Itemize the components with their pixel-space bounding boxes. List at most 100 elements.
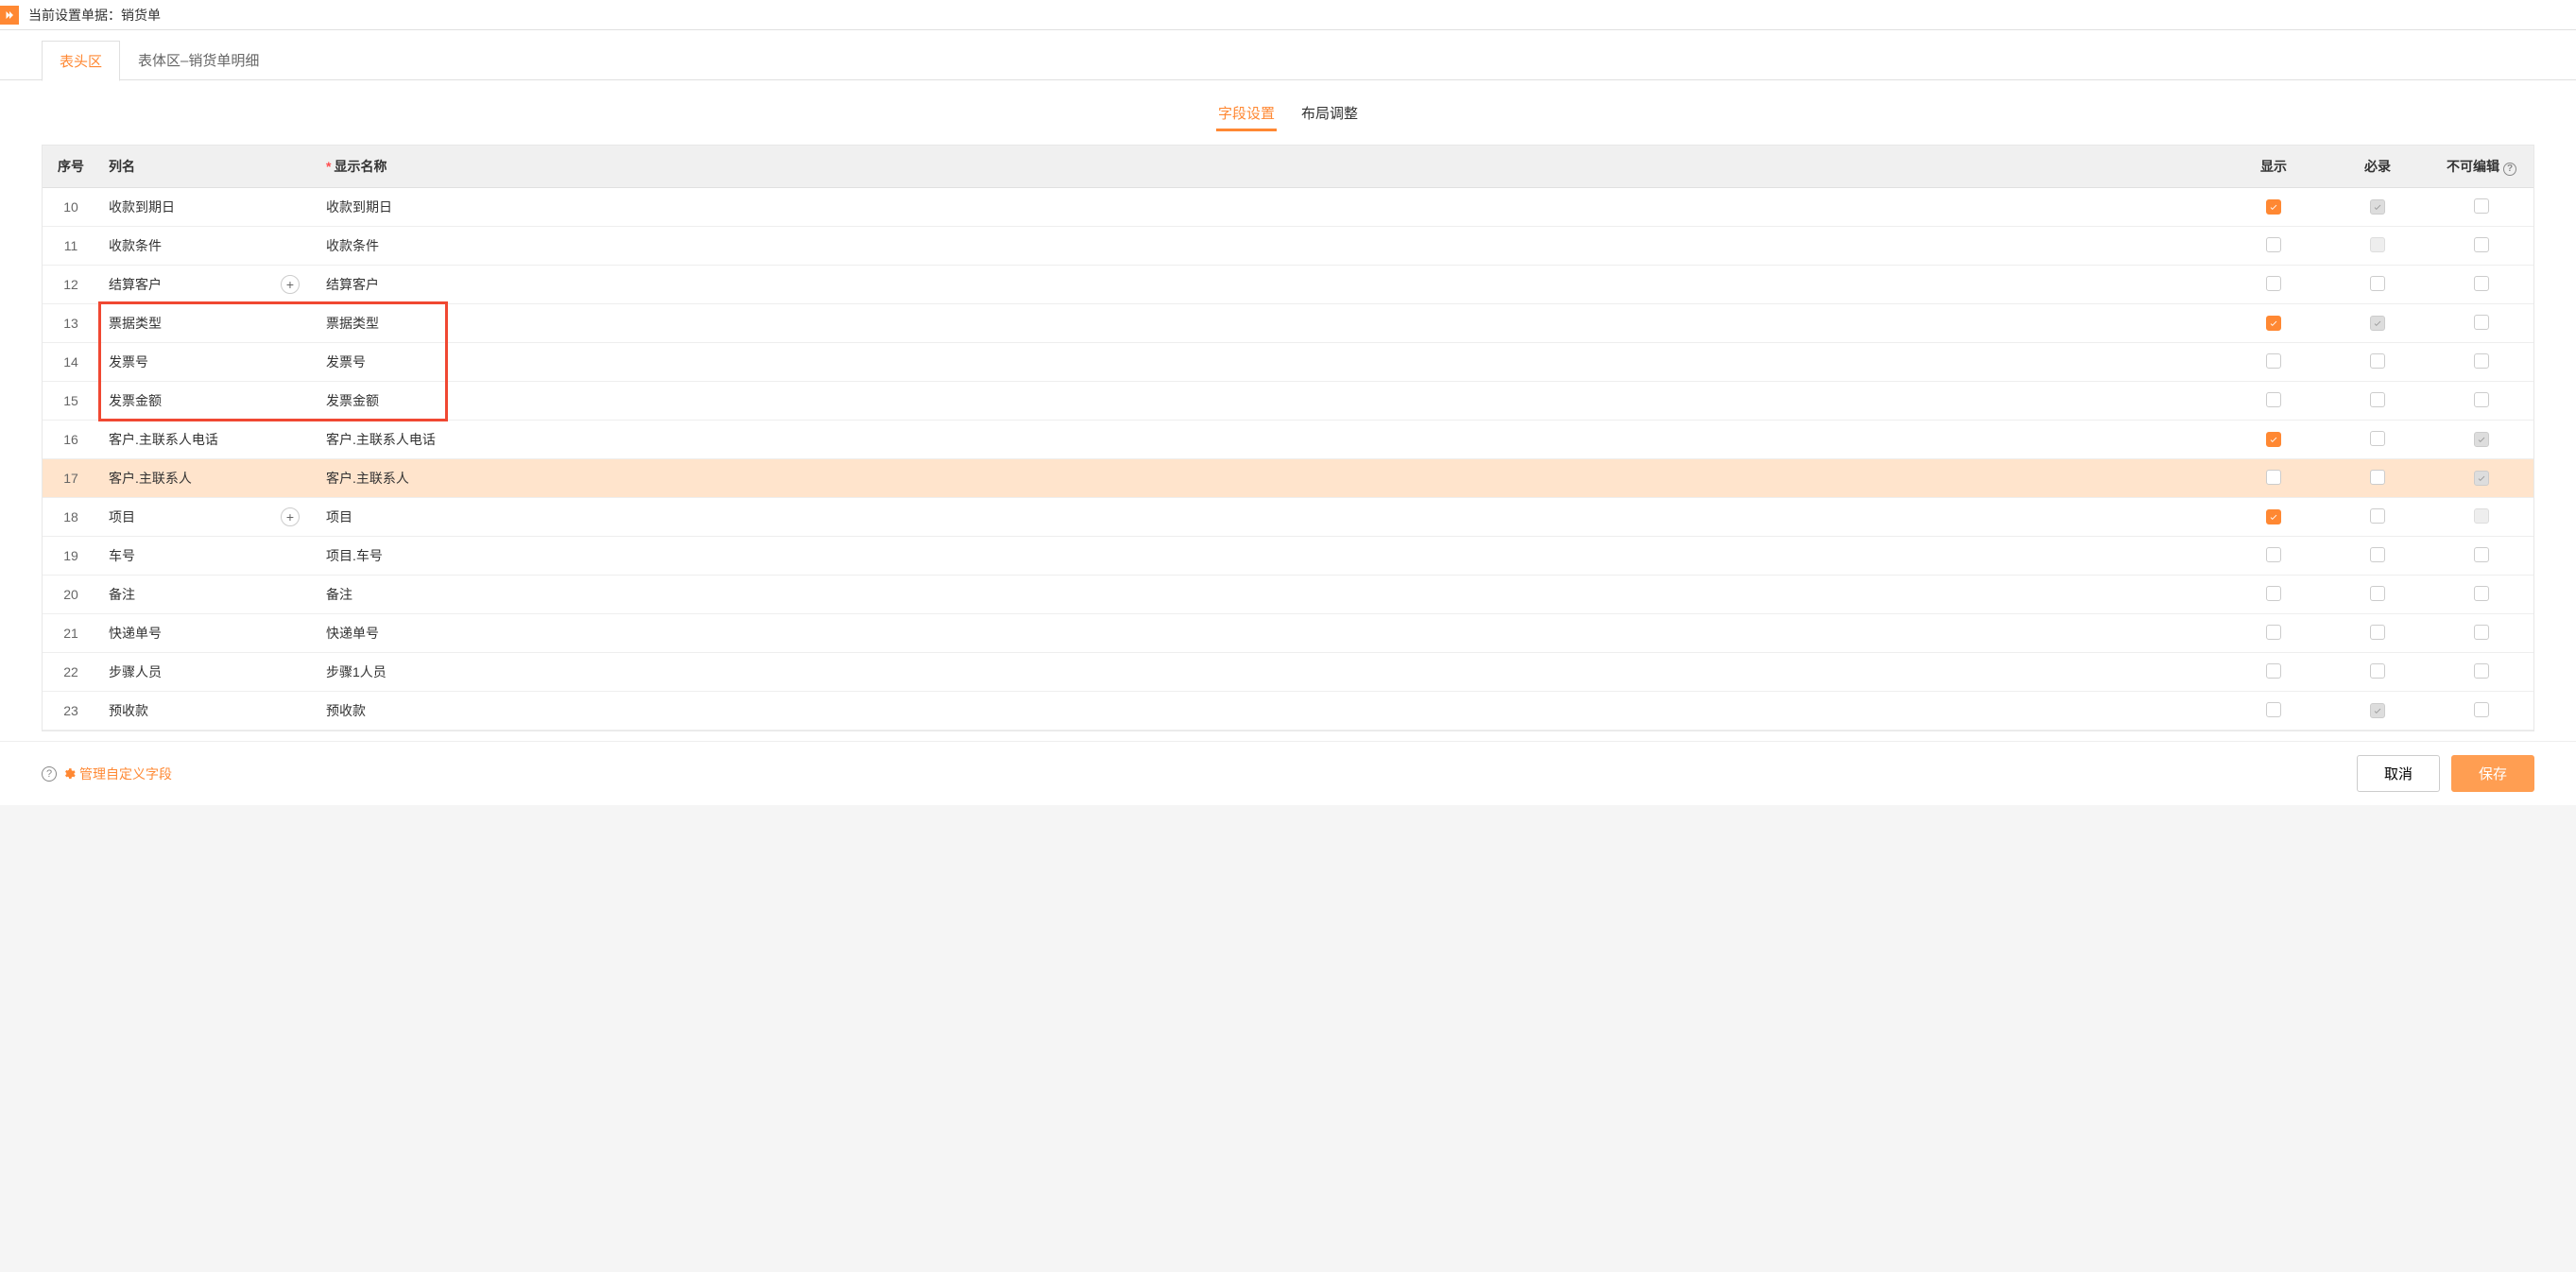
row-name: 票据类型	[99, 304, 317, 343]
checkbox-readonly[interactable]	[2474, 663, 2489, 679]
row-name: 项目+	[99, 498, 317, 537]
cell-readonly	[2430, 266, 2533, 304]
checkbox-readonly[interactable]	[2474, 547, 2489, 562]
cell-required	[2326, 537, 2430, 576]
sub-tab-1[interactable]: 布局调整	[1299, 97, 1360, 131]
row-display-name[interactable]: 项目.车号	[317, 537, 2222, 576]
sub-tab-0[interactable]: 字段设置	[1216, 97, 1277, 131]
checkbox-show[interactable]	[2266, 199, 2281, 215]
checkbox-show[interactable]	[2266, 237, 2281, 252]
checkbox-readonly[interactable]	[2474, 353, 2489, 369]
checkbox-readonly[interactable]	[2474, 392, 2489, 407]
row-display-name[interactable]: 客户.主联系人电话	[317, 421, 2222, 459]
footer-left: ? 管理自定义字段	[42, 765, 2357, 783]
help-icon[interactable]: ?	[2503, 163, 2516, 176]
checkbox-show[interactable]	[2266, 276, 2281, 291]
save-button[interactable]: 保存	[2451, 755, 2534, 792]
cancel-button[interactable]: 取消	[2357, 755, 2440, 792]
row-display-name[interactable]: 步骤1人员	[317, 653, 2222, 692]
row-display-name[interactable]: 项目	[317, 498, 2222, 537]
row-name: 客户.主联系人	[99, 459, 317, 498]
table-row: 10收款到期日收款到期日	[43, 188, 2533, 227]
table-row: 23预收款预收款	[43, 692, 2533, 731]
checkbox-required	[2370, 199, 2385, 215]
row-name: 备注	[99, 576, 317, 614]
checkbox-show[interactable]	[2266, 392, 2281, 407]
field-table: 序号 列名 *显示名称 显示 必录 不可编辑? 10收款到期日收款到期日11收款…	[43, 146, 2533, 731]
checkbox-readonly[interactable]	[2474, 198, 2489, 214]
check-icon	[2477, 435, 2486, 444]
check-icon	[2477, 473, 2486, 483]
row-num: 14	[43, 343, 99, 382]
row-display-name[interactable]: 票据类型	[317, 304, 2222, 343]
checkbox-show[interactable]	[2266, 625, 2281, 640]
table-row: 12结算客户+结算客户	[43, 266, 2533, 304]
checkbox-required	[2370, 316, 2385, 331]
cell-show	[2222, 653, 2326, 692]
row-name: 快递单号	[99, 614, 317, 653]
checkbox-readonly[interactable]	[2474, 586, 2489, 601]
row-display-name[interactable]: 收款条件	[317, 227, 2222, 266]
checkbox-readonly[interactable]	[2474, 237, 2489, 252]
checkbox-required[interactable]	[2370, 663, 2385, 679]
manage-custom-fields-link[interactable]: 管理自定义字段	[62, 765, 172, 783]
top-tab-0[interactable]: 表头区	[42, 41, 120, 81]
row-display-name[interactable]: 客户.主联系人	[317, 459, 2222, 498]
checkbox-required[interactable]	[2370, 470, 2385, 485]
cell-required	[2326, 614, 2430, 653]
checkbox-readonly[interactable]	[2474, 276, 2489, 291]
checkbox-required[interactable]	[2370, 353, 2385, 369]
checkbox-required[interactable]	[2370, 392, 2385, 407]
checkbox-required[interactable]	[2370, 276, 2385, 291]
checkbox-required[interactable]	[2370, 508, 2385, 524]
checkbox-show[interactable]	[2266, 509, 2281, 524]
cell-show	[2222, 343, 2326, 382]
checkbox-show[interactable]	[2266, 547, 2281, 562]
expand-plus-button[interactable]: +	[281, 507, 300, 526]
row-display-name[interactable]: 结算客户	[317, 266, 2222, 304]
checkbox-show[interactable]	[2266, 316, 2281, 331]
top-tab-1[interactable]: 表体区–销货单明细	[120, 40, 277, 80]
checkbox-readonly[interactable]	[2474, 315, 2489, 330]
row-display-name[interactable]: 发票号	[317, 343, 2222, 382]
col-header-show: 显示	[2222, 146, 2326, 188]
row-display-name[interactable]: 快递单号	[317, 614, 2222, 653]
checkbox-required[interactable]	[2370, 625, 2385, 640]
table-row: 21快递单号快递单号	[43, 614, 2533, 653]
checkbox-required[interactable]	[2370, 547, 2385, 562]
checkbox-show[interactable]	[2266, 586, 2281, 601]
check-icon	[2373, 706, 2382, 715]
row-display-name[interactable]: 预收款	[317, 692, 2222, 731]
cell-readonly	[2430, 692, 2533, 731]
expand-plus-button[interactable]: +	[281, 275, 300, 294]
checkbox-show[interactable]	[2266, 432, 2281, 447]
checkbox-readonly[interactable]	[2474, 702, 2489, 717]
cell-readonly	[2430, 304, 2533, 343]
check-icon	[2269, 512, 2278, 522]
cell-required	[2326, 692, 2430, 731]
cell-show	[2222, 382, 2326, 421]
checkbox-show[interactable]	[2266, 702, 2281, 717]
cell-required	[2326, 459, 2430, 498]
row-display-name[interactable]: 备注	[317, 576, 2222, 614]
checkbox-show[interactable]	[2266, 353, 2281, 369]
check-icon	[2269, 202, 2278, 212]
table-row: 14发票号发票号	[43, 343, 2533, 382]
table-row: 13票据类型票据类型	[43, 304, 2533, 343]
cell-show	[2222, 459, 2326, 498]
cell-show	[2222, 576, 2326, 614]
row-display-name[interactable]: 发票金额	[317, 382, 2222, 421]
checkbox-readonly[interactable]	[2474, 625, 2489, 640]
checkbox-show[interactable]	[2266, 470, 2281, 485]
check-icon	[2373, 202, 2382, 212]
collapse-button[interactable]	[0, 6, 19, 25]
check-icon	[2373, 318, 2382, 328]
checkbox-required[interactable]	[2370, 431, 2385, 446]
question-icon[interactable]: ?	[42, 766, 57, 782]
row-num: 11	[43, 227, 99, 266]
checkbox-show[interactable]	[2266, 663, 2281, 679]
checkbox-required[interactable]	[2370, 586, 2385, 601]
cell-required	[2326, 653, 2430, 692]
cell-show	[2222, 692, 2326, 731]
row-display-name[interactable]: 收款到期日	[317, 188, 2222, 227]
